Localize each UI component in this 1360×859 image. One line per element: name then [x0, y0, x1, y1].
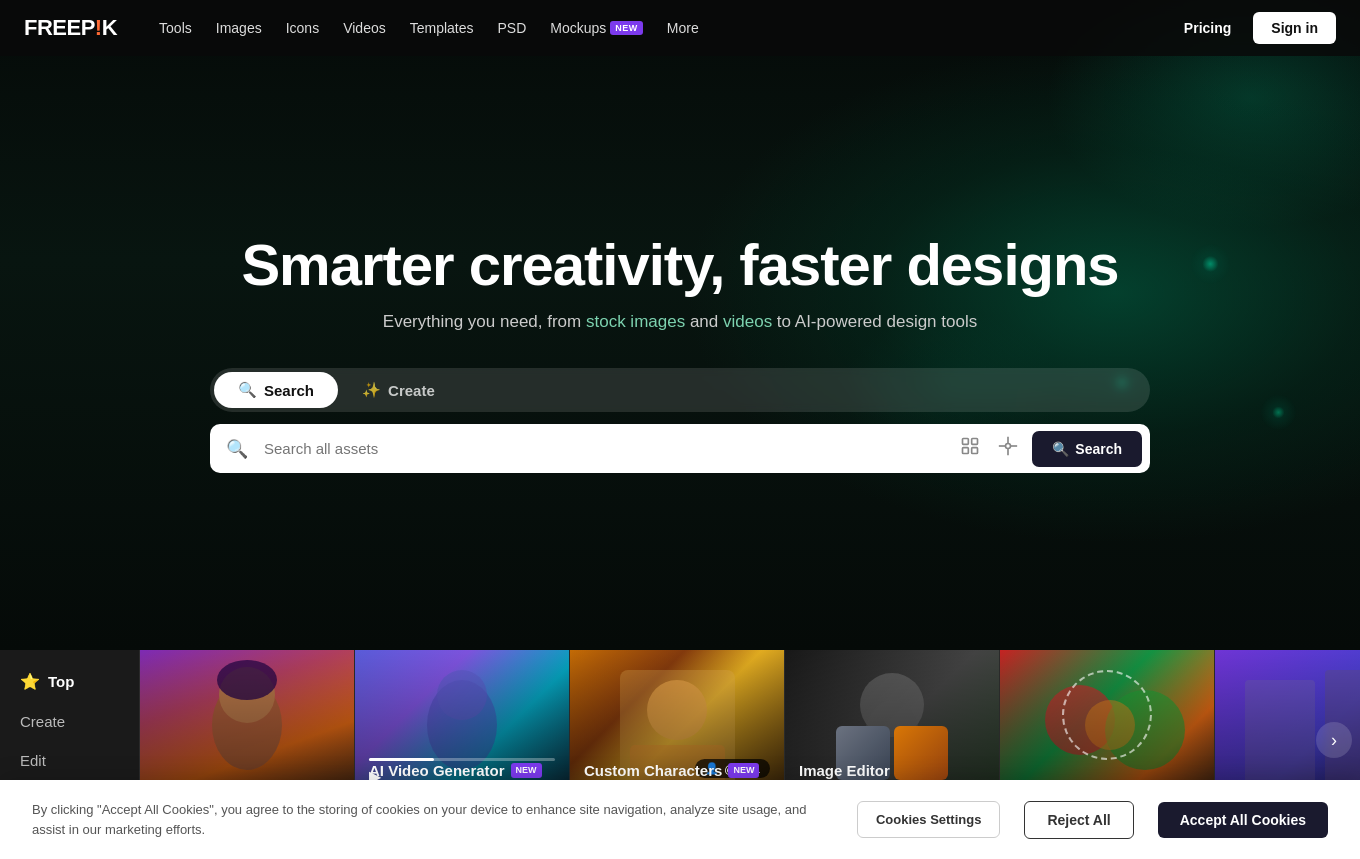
- video-gen-badge: NEW: [511, 763, 542, 778]
- cookie-banner: By clicking "Accept All Cookies", you ag…: [0, 780, 1360, 859]
- hero-content: Smarter creativity, faster designs Every…: [190, 233, 1170, 474]
- sidebar-item-create[interactable]: Create: [0, 703, 139, 740]
- hero-title: Smarter creativity, faster designs: [210, 233, 1150, 297]
- search-submit-label: Search: [1075, 441, 1122, 457]
- tool-card-custom-char-title: Custom Characters NEW: [584, 762, 770, 780]
- nav-images[interactable]: Images: [206, 14, 272, 42]
- sidebar-edit-label: Edit: [20, 752, 46, 769]
- hero-subtitle: Everything you need, from stock images a…: [210, 312, 1150, 332]
- navbar: FREEP!K Tools Images Icons Videos Templa…: [0, 0, 1360, 56]
- nav-videos[interactable]: Videos: [333, 14, 396, 42]
- search-input[interactable]: [264, 440, 946, 457]
- cards-next-button[interactable]: ›: [1316, 722, 1352, 758]
- hero-section: Smarter creativity, faster designs Every…: [0, 0, 1360, 650]
- custom-char-badge: NEW: [728, 763, 759, 778]
- tab-search[interactable]: 🔍 Search: [214, 372, 338, 408]
- nav-mockups[interactable]: Mockups NEW: [540, 14, 653, 42]
- svg-rect-3: [972, 448, 978, 454]
- mode-tabs: 🔍 Search ✨ Create: [210, 368, 1150, 412]
- tab-create[interactable]: ✨ Create: [338, 372, 459, 408]
- pricing-button[interactable]: Pricing: [1174, 14, 1241, 42]
- sidebar-create-label: Create: [20, 713, 65, 730]
- cookie-reject-button[interactable]: Reject All: [1024, 801, 1133, 839]
- sidebar-top-label: Top: [48, 673, 74, 690]
- sidebar-item-edit[interactable]: Edit: [0, 742, 139, 779]
- svg-rect-2: [963, 448, 969, 454]
- signin-button[interactable]: Sign in: [1253, 12, 1336, 44]
- nav-right: Pricing Sign in: [1174, 12, 1336, 44]
- svg-point-4: [1006, 444, 1011, 449]
- visual-search-button[interactable]: [954, 430, 986, 467]
- search-submit-icon: 🔍: [1052, 441, 1069, 457]
- nav-links: Tools Images Icons Videos Templates PSD …: [149, 14, 1174, 42]
- tab-search-label: Search: [264, 382, 314, 399]
- nav-more[interactable]: More: [657, 14, 709, 42]
- search-tab-icon: 🔍: [238, 381, 257, 399]
- search-tools: [954, 430, 1024, 467]
- sidebar-item-top[interactable]: ⭐ Top: [0, 662, 139, 701]
- nav-tools[interactable]: Tools: [149, 14, 202, 42]
- mockups-badge: NEW: [610, 21, 643, 35]
- create-tab-icon: ✨: [362, 381, 381, 399]
- nav-icons[interactable]: Icons: [276, 14, 329, 42]
- tool-card-image-editor-title: Image Editor: [799, 762, 985, 780]
- nav-templates[interactable]: Templates: [400, 14, 484, 42]
- tool-card-video-gen-title: AI Video Generator NEW: [369, 762, 555, 780]
- search-bar: 🔍: [210, 424, 1150, 473]
- logo[interactable]: FREEP!K: [24, 15, 117, 41]
- cookie-settings-button[interactable]: Cookies Settings: [857, 801, 1000, 838]
- search-submit-button[interactable]: 🔍 Search: [1032, 431, 1142, 467]
- filter-button[interactable]: [992, 430, 1024, 467]
- nav-psd[interactable]: PSD: [488, 14, 537, 42]
- retouch-circle: [1062, 670, 1152, 760]
- tab-create-label: Create: [388, 382, 435, 399]
- star-icon: ⭐: [20, 672, 40, 691]
- search-bar-icon: 🔍: [218, 432, 256, 466]
- cookie-text: By clicking "Accept All Cookies", you ag…: [32, 800, 833, 839]
- svg-rect-0: [963, 439, 969, 445]
- svg-rect-1: [972, 439, 978, 445]
- cookie-accept-button[interactable]: Accept All Cookies: [1158, 802, 1328, 838]
